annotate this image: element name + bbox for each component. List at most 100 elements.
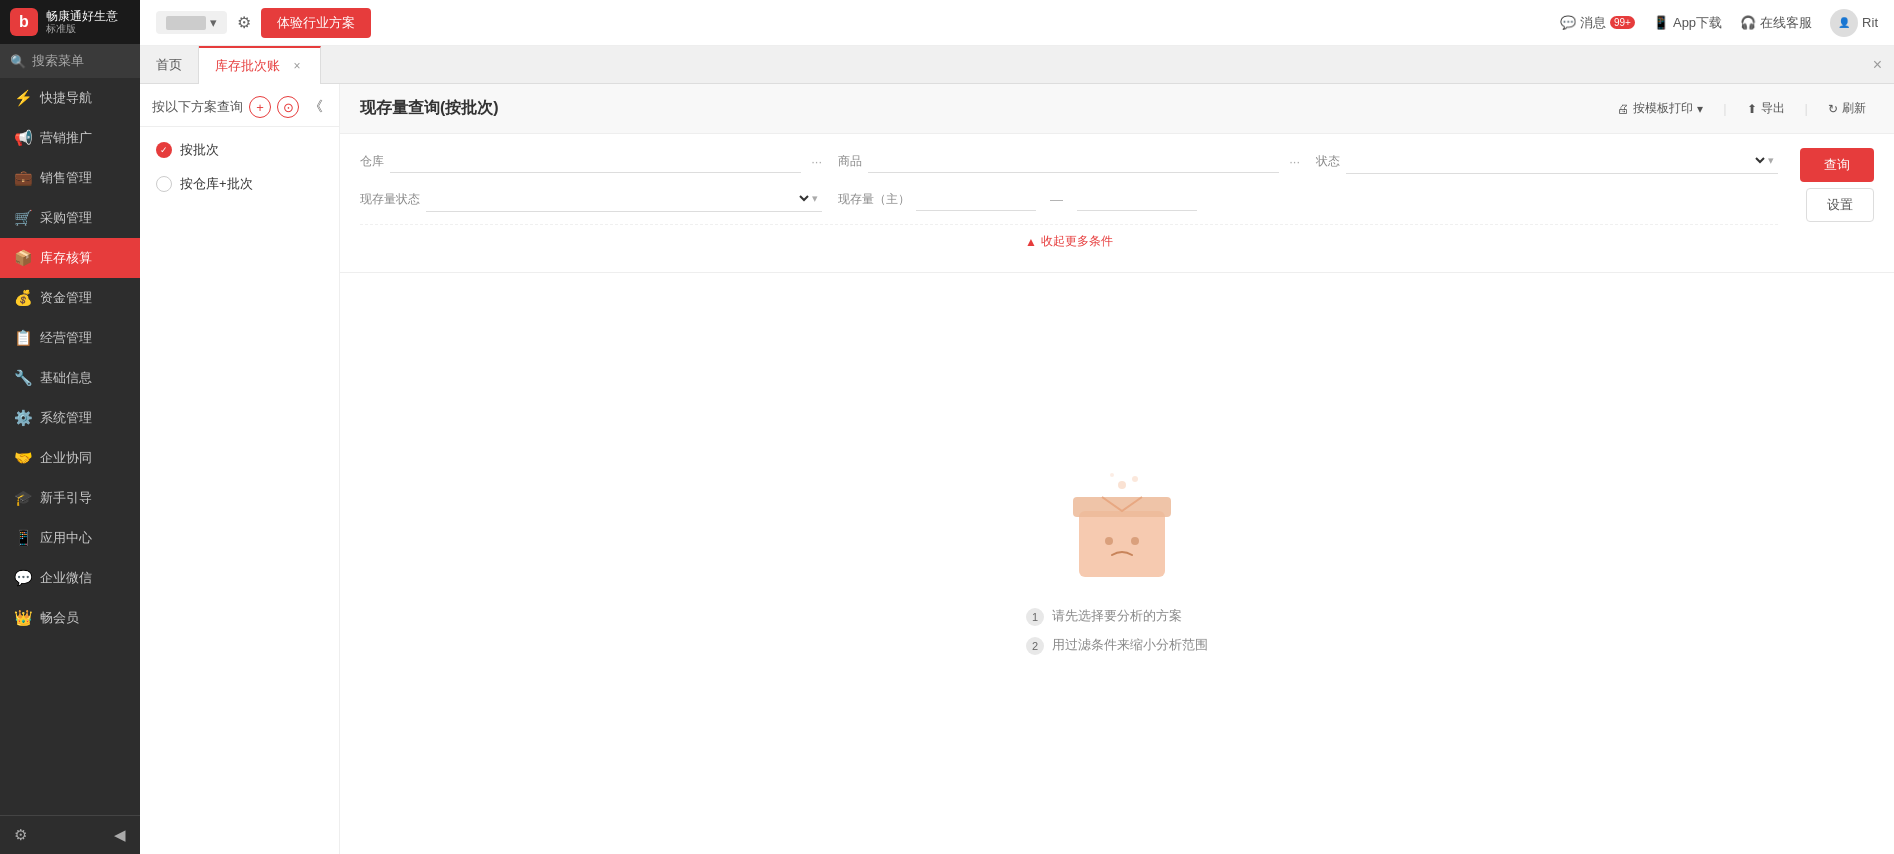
sidebar-item-label: 采购管理 [40,209,92,227]
sidebar-item-label: 应用中心 [40,529,92,547]
add-scheme-button[interactable]: + [249,96,271,118]
user-profile-button[interactable]: 👤 Rit [1830,9,1878,37]
chevron-down-icon: ▾ [1768,154,1774,167]
collapse-more-button[interactable]: ▲ 收起更多条件 [360,224,1778,258]
query-button[interactable]: 查询 [1800,148,1874,182]
scheme-item-by-batch[interactable]: ✓ 按批次 [140,133,339,167]
tab-bar-close-all[interactable]: × [1861,56,1894,74]
tab-home-label: 首页 [156,56,182,74]
app-download-button[interactable]: 📱 App下载 [1653,14,1722,32]
tab-home[interactable]: 首页 [140,46,199,84]
stock-quantity-from[interactable] [916,187,1036,211]
newbie-icon: 🎓 [14,489,32,507]
chevron-up-icon: ▲ [1025,235,1037,249]
tab-batch-stock-label: 库存批次账 [215,57,280,75]
print-template-button[interactable]: 🖨 按模板打印 ▾ [1609,96,1711,121]
sidebar-item-member[interactable]: 👑 畅会员 [0,598,140,638]
online-service-button[interactable]: 🎧 在线客服 [1740,14,1812,32]
trial-industry-button[interactable]: 体验行业方案 [261,8,371,38]
export-icon: ⬆ [1747,102,1757,116]
scheme-inactive-dot [156,176,172,192]
sidebar-item-newbie[interactable]: 🎓 新手引导 [0,478,140,518]
refresh-label: 刷新 [1842,100,1866,117]
search-menu-label: 搜索菜单 [32,52,84,70]
topbar-left: ▾ ⚙ 体验行业方案 [156,8,371,38]
content-area: 按以下方案查询 + ⊙ 《 ✓ 按批次 [140,84,1894,854]
sidebar-item-label: 经营管理 [40,329,92,347]
gear-icon: ⊙ [283,100,294,115]
phone-icon: 📱 [1653,15,1669,30]
sidebar-item-wechat[interactable]: 💬 企业微信 [0,558,140,598]
chevron-down-icon: ▾ [210,15,217,30]
sidebar-item-sales[interactable]: 💼 销售管理 [0,158,140,198]
sidebar-item-basic[interactable]: 🔧 基础信息 [0,358,140,398]
add-icon: + [256,100,264,115]
svg-point-3 [1131,537,1139,545]
stock-quantity-to[interactable] [1077,187,1197,211]
tab-bar: 首页 库存批次账 × × [140,46,1894,84]
empty-illustration [1057,463,1177,583]
refresh-button[interactable]: ↻ 刷新 [1820,96,1874,121]
app-download-label: App下载 [1673,14,1722,32]
filter-settings-button[interactable]: 设置 [1806,188,1874,222]
sidebar-item-system[interactable]: ⚙️ 系统管理 [0,398,140,438]
footer-collapse-icon[interactable]: ◀ [114,826,126,844]
sales-icon: 💼 [14,169,32,187]
warehouse-input[interactable] [390,149,801,173]
inventory-icon: 📦 [14,249,32,267]
workspace-dropdown[interactable]: ▾ [156,11,227,34]
sidebar-item-operations[interactable]: 📋 经营管理 [0,318,140,358]
svg-point-6 [1110,473,1114,477]
sidebar-item-marketing[interactable]: 📢 营销推广 [0,118,140,158]
sidebar-item-label: 销售管理 [40,169,92,187]
filter-row-2: 现存量状态 ▾ 现存量（主） [360,186,1778,212]
finance-icon: 💰 [14,289,32,307]
hint-num-1: 1 [1026,608,1044,626]
tab-close-icon[interactable]: × [290,59,304,73]
scheme-settings-button[interactable]: ⊙ [277,96,299,118]
stock-status-select-wrapper: ▾ [426,186,822,212]
sidebar: b 畅康通好生意 标准版 🔍 搜索菜单 ⚡ 快捷导航 📢 营销推广 💼 销售管理… [0,0,140,854]
product-more-icon[interactable]: ··· [1289,154,1300,169]
sidebar-item-enterprise[interactable]: 🤝 企业协同 [0,438,140,478]
collapse-panel-button[interactable]: 《 [305,96,327,118]
warehouse-more-icon[interactable]: ··· [811,154,822,169]
footer-settings-icon[interactable]: ⚙ [14,826,27,844]
svg-point-2 [1105,537,1113,545]
sidebar-item-inventory[interactable]: 📦 库存核算 [0,238,140,278]
export-button[interactable]: ⬆ 导出 [1739,96,1793,121]
chevron-down-icon: ▾ [812,192,818,205]
sidebar-item-purchase[interactable]: 🛒 采购管理 [0,198,140,238]
topbar: ▾ ⚙ 体验行业方案 💬 消息 99+ 📱 App下载 🎧 在线客服 👤 Rit [140,0,1894,46]
apps-icon: 📱 [14,529,32,547]
sidebar-header: b 畅康通好生意 标准版 [0,0,140,44]
sidebar-item-quick-nav[interactable]: ⚡ 快捷导航 [0,78,140,118]
sidebar-item-apps[interactable]: 📱 应用中心 [0,518,140,558]
collapse-label: 收起更多条件 [1041,233,1113,250]
brand-name: 畅康通好生意 [46,9,118,23]
stock-status-label: 现存量状态 [360,191,420,208]
system-icon: ⚙️ [14,409,32,427]
warehouse-filter: 仓库 ··· [360,149,822,173]
product-filter: 商品 ··· [838,149,1300,173]
filter-buttons: 查询 设置 [1794,148,1874,222]
product-input[interactable] [868,149,1279,173]
svg-rect-1 [1073,497,1171,517]
main-area: ▾ ⚙ 体验行业方案 💬 消息 99+ 📱 App下载 🎧 在线客服 👤 Rit [140,0,1894,854]
export-label: 导出 [1761,100,1785,117]
svg-rect-0 [1079,511,1165,577]
settings-gear-icon[interactable]: ⚙ [237,13,251,32]
message-button[interactable]: 💬 消息 99+ [1560,14,1635,32]
status-select[interactable]: 全部 启用 停用 [1346,148,1768,173]
sidebar-item-label: 企业微信 [40,569,92,587]
sidebar-item-label: 畅会员 [40,609,79,627]
stock-status-select[interactable] [426,186,812,211]
scheme-label: 按批次 [180,141,219,159]
search-menu[interactable]: 🔍 搜索菜单 [0,44,140,78]
left-panel-header: 按以下方案查询 + ⊙ 《 [140,84,339,127]
sidebar-item-label: 系统管理 [40,409,92,427]
empty-state: 1 请先选择要分析的方案 2 用过滤条件来缩小分析范围 [340,273,1894,854]
sidebar-item-finance[interactable]: 💰 资金管理 [0,278,140,318]
tab-batch-stock[interactable]: 库存批次账 × [199,46,321,84]
scheme-item-by-warehouse-batch[interactable]: 按仓库+批次 [140,167,339,201]
